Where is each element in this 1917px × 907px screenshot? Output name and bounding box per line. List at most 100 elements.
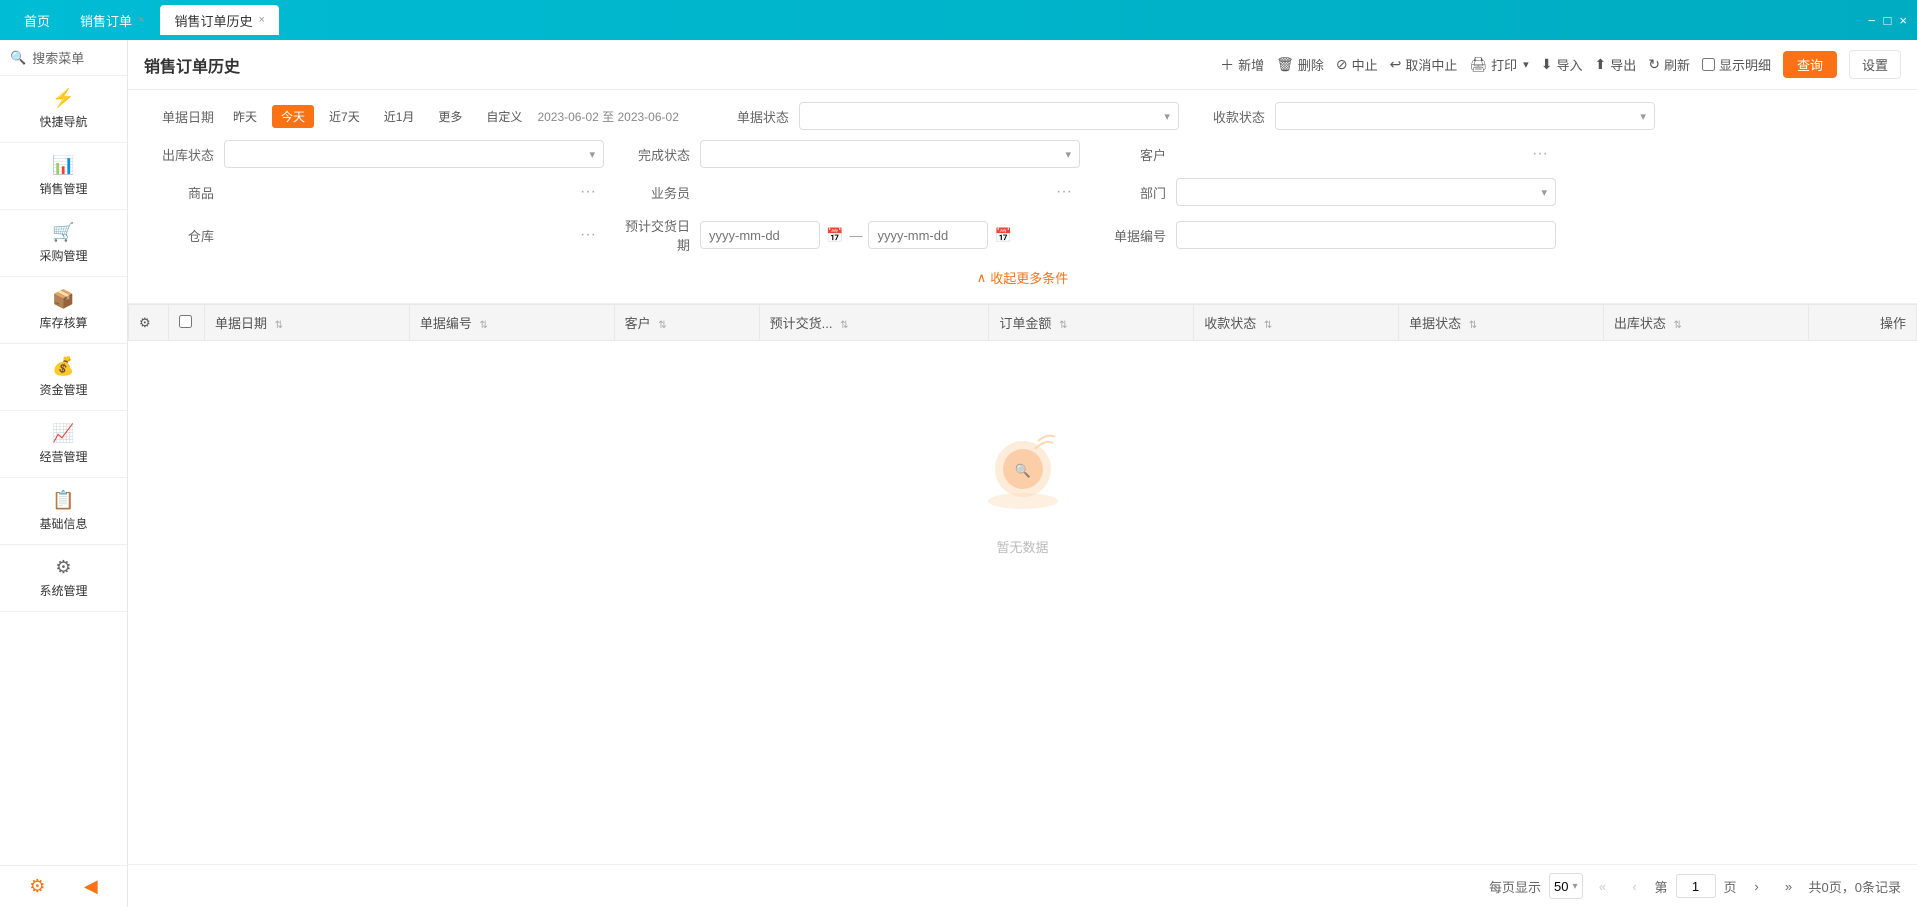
- first-page-button[interactable]: «: [1591, 874, 1615, 898]
- table-header: ⚙ 单据日期 ⇅ 单据编号 ⇅: [129, 305, 1917, 341]
- new-button[interactable]: ＋ 新增: [1220, 55, 1264, 75]
- sidebar-item-basic-info[interactable]: 📋 基础信息: [0, 478, 127, 545]
- th-receipt-status[interactable]: 收款状态 ⇅: [1194, 305, 1399, 341]
- sidebar: 🔍 搜索菜单 ⚡ 快捷导航 📊 销售管理 🛒 采购管理 📦 库存核算 💰 资金管…: [0, 40, 128, 907]
- th-no[interactable]: 单据编号 ⇅: [409, 305, 614, 341]
- complete-status-select[interactable]: ▾: [700, 140, 1080, 168]
- expected-date-label: 预计交货日期: [620, 216, 700, 254]
- receipt-status-select[interactable]: ▾: [1275, 102, 1655, 130]
- sidebar-item-finance[interactable]: 💰 资金管理: [0, 344, 127, 411]
- per-page-select[interactable]: 50 ▾: [1549, 873, 1583, 899]
- content-area: 销售订单历史 ＋ 新增 🗑 删除 ⊘ 中止 ↩ 取消中止: [128, 40, 1917, 907]
- product-dots[interactable]: ···: [580, 183, 596, 201]
- delete-button[interactable]: 🗑 删除: [1276, 55, 1324, 74]
- salesperson-control: ···: [700, 178, 1080, 206]
- export-button[interactable]: ⬆ 导出: [1594, 55, 1636, 74]
- sidebar-item-purchase-mgmt[interactable]: 🛒 采购管理: [0, 210, 127, 277]
- expected-date-from[interactable]: [700, 221, 820, 249]
- calendar-from-icon[interactable]: 📅: [826, 227, 843, 244]
- window-controls: − □ ×: [1868, 13, 1907, 28]
- sidebar-item-quick-nav[interactable]: ⚡ 快捷导航: [0, 76, 127, 143]
- last-page-button[interactable]: »: [1777, 874, 1801, 898]
- calendar-to-icon[interactable]: 📅: [994, 227, 1011, 244]
- date-btn-1month[interactable]: 近1月: [375, 105, 424, 128]
- refresh-button[interactable]: ↻ 刷新: [1648, 55, 1690, 74]
- import-button[interactable]: ⬇ 导入: [1541, 55, 1583, 74]
- sales-mgmt-icon: 📊: [52, 155, 74, 176]
- settings-button[interactable]: 设置: [1849, 50, 1901, 79]
- sys-mgmt-icon: ⚙: [55, 557, 71, 578]
- close-sales-order-tab[interactable]: ×: [138, 14, 144, 26]
- outbound-status-select[interactable]: ▾: [224, 140, 604, 168]
- salesperson-dots[interactable]: ···: [1056, 183, 1072, 201]
- receipt-status-label: 收款状态: [1195, 107, 1275, 126]
- sidebar-collapse-icon[interactable]: ◀: [84, 876, 98, 897]
- page-input[interactable]: [1676, 874, 1716, 898]
- svg-text:🔍: 🔍: [1014, 462, 1030, 478]
- window-close[interactable]: ×: [1899, 13, 1907, 28]
- tab-sales-order-history[interactable]: 销售订单历史 ×: [160, 5, 278, 35]
- purchase-mgmt-icon: 🛒: [52, 222, 74, 243]
- table-settings-icon[interactable]: ⚙: [139, 315, 151, 330]
- th-order-amount[interactable]: 订单金额 ⇅: [989, 305, 1194, 341]
- export-icon: ⬆: [1594, 56, 1606, 73]
- close-sales-order-history-tab[interactable]: ×: [258, 14, 264, 26]
- sidebar-item-sales-mgmt[interactable]: 📊 销售管理: [0, 143, 127, 210]
- main-layout: 🔍 搜索菜单 ⚡ 快捷导航 📊 销售管理 🛒 采购管理 📦 库存核算 💰 资金管…: [0, 40, 1917, 907]
- quick-nav-icon: ⚡: [52, 88, 74, 109]
- sort-customer-icon: ⇅: [658, 320, 666, 331]
- dept-select[interactable]: ▾: [1176, 178, 1556, 206]
- display-columns-checkbox[interactable]: 显示明细: [1702, 55, 1771, 74]
- query-button[interactable]: 查询: [1783, 51, 1837, 78]
- doc-no-input[interactable]: [1176, 221, 1556, 249]
- sidebar-item-sys-mgmt[interactable]: ⚙ 系统管理: [0, 545, 127, 612]
- th-checkbox[interactable]: [169, 305, 205, 341]
- th-settings[interactable]: ⚙: [129, 305, 169, 341]
- sidebar-item-operations[interactable]: 📈 经营管理: [0, 411, 127, 478]
- window-maximize[interactable]: □: [1884, 13, 1892, 28]
- tab-home[interactable]: 首页: [10, 5, 64, 35]
- th-outbound-status[interactable]: 出库状态 ⇅: [1603, 305, 1808, 341]
- th-expected-delivery[interactable]: 预计交货... ⇅: [759, 305, 989, 341]
- th-doc-status[interactable]: 单据状态 ⇅: [1399, 305, 1604, 341]
- table-header-row: ⚙ 单据日期 ⇅ 单据编号 ⇅: [129, 305, 1917, 341]
- finance-icon: 💰: [52, 356, 74, 377]
- stop-icon: ⊘: [1336, 56, 1348, 73]
- date-btn-7days[interactable]: 近7天: [320, 105, 369, 128]
- date-btn-more[interactable]: 更多: [429, 105, 471, 128]
- salesperson-select[interactable]: ···: [700, 178, 1080, 206]
- collapse-button[interactable]: ∧ 收起更多条件: [144, 264, 1901, 291]
- customer-control: ···: [1176, 140, 1556, 168]
- prev-page-button[interactable]: ‹: [1623, 874, 1647, 898]
- th-date[interactable]: 单据日期 ⇅: [205, 305, 410, 341]
- cancel-stop-button[interactable]: ↩ 取消中止: [1390, 55, 1458, 74]
- empty-message: 暂无数据: [996, 537, 1048, 556]
- empty-state: 🔍 暂无数据: [128, 341, 1917, 636]
- window-minimize[interactable]: −: [1868, 13, 1876, 28]
- display-columns-check[interactable]: [1702, 58, 1715, 71]
- customer-select[interactable]: ···: [1176, 140, 1556, 168]
- warehouse-dots[interactable]: ···: [580, 226, 596, 244]
- sidebar-item-inventory[interactable]: 📦 库存核算: [0, 277, 127, 344]
- expected-date-control: 📅 — 📅: [700, 221, 1080, 249]
- date-btn-today[interactable]: 今天: [272, 105, 314, 128]
- status-select[interactable]: ▾: [799, 102, 1179, 130]
- expected-date-to[interactable]: [868, 221, 988, 249]
- product-select[interactable]: ···: [224, 178, 604, 206]
- warehouse-control: ···: [224, 221, 604, 249]
- warehouse-select[interactable]: ···: [224, 221, 604, 249]
- stop-button[interactable]: ⊘ 中止: [1336, 55, 1378, 74]
- print-button[interactable]: 🖨 打印: [1469, 55, 1528, 74]
- sidebar-settings-icon[interactable]: ⚙: [29, 876, 45, 897]
- filter-row-4: 仓库 ··· 预计交货日期 📅 — 📅 单据编号: [144, 216, 1901, 254]
- next-page-button[interactable]: ›: [1745, 874, 1769, 898]
- tab-sales-order[interactable]: 销售订单 ×: [66, 5, 158, 35]
- date-btn-custom[interactable]: 自定义: [477, 105, 531, 128]
- search-menu-bar[interactable]: 🔍 搜索菜单: [0, 40, 127, 76]
- pagination-bar: 每页显示 50 ▾ « ‹ 第 页 › » 共0页，0条记录: [128, 864, 1917, 907]
- filter-row-3: 商品 ··· 业务员 ··· 部门 ▾: [144, 178, 1901, 206]
- date-btn-yesterday[interactable]: 昨天: [224, 105, 266, 128]
- th-customer[interactable]: 客户 ⇅: [614, 305, 759, 341]
- customer-dots[interactable]: ···: [1532, 145, 1548, 163]
- select-all-checkbox[interactable]: [179, 315, 192, 328]
